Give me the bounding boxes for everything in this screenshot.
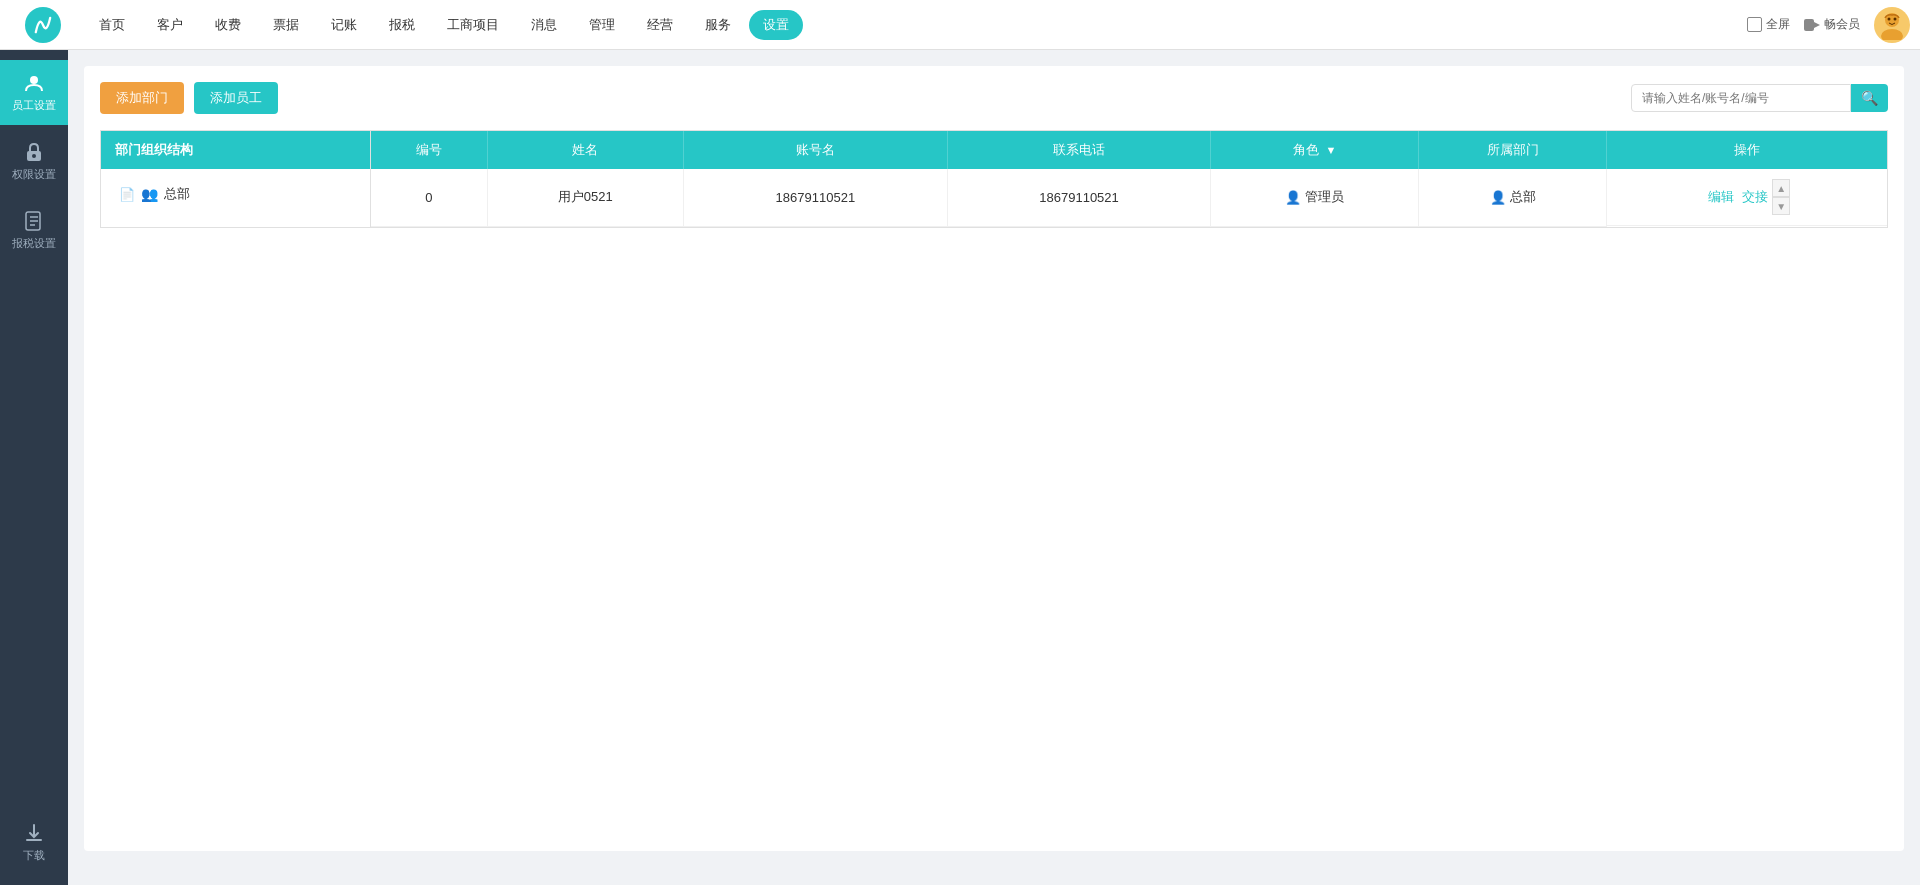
person-settings-icon [23,72,45,94]
transfer-link[interactable]: 交接 [1742,188,1768,206]
lock-icon [23,141,45,163]
content-card: 添加部门 添加员工 🔍 部门组织结构 📄 👥 [84,66,1904,851]
nav-item-票据[interactable]: 票据 [259,10,313,40]
sidebar-label-permission: 权限设置 [12,167,56,182]
vip-button[interactable]: 畅会员 [1804,16,1860,33]
user-group-icon: 👥 [141,186,158,202]
table-body: 0 用户0521 18679110521 18679110521 👤 管理员 [371,169,1887,226]
search-icon: 🔍 [1861,90,1878,106]
nav-items: 首页客户收费票据记账报税工商项目消息管理经营服务设置 [85,10,1747,40]
nav-right: 全屏 畅会员 [1747,7,1910,43]
sidebar-label-download: 下载 [23,848,45,863]
cell-id: 0 [371,169,487,226]
search-box: 🔍 [1631,84,1888,112]
svg-point-5 [1888,17,1891,20]
dept-tree: 部门组织结构 📄 👥 总部 [100,130,370,228]
nav-item-经营[interactable]: 经营 [633,10,687,40]
scroll-up-button[interactable]: ▲ [1772,179,1790,197]
search-input[interactable] [1631,84,1851,112]
dept-badge: 👤 总部 [1490,188,1536,206]
cell-name: 用户0521 [487,169,683,226]
toolbar: 添加部门 添加员工 🔍 [100,82,1888,114]
sidebar-item-employee-settings[interactable]: 员工设置 [0,60,68,125]
sidebar-item-permission-settings[interactable]: 权限设置 [0,129,68,194]
nav-item-设置[interactable]: 设置 [749,10,803,40]
sidebar-item-download[interactable]: 下载 [0,810,68,875]
dept-tree-item[interactable]: 📄 👥 总部 [111,179,360,209]
nav-item-服务[interactable]: 服务 [691,10,745,40]
nav-item-消息[interactable]: 消息 [517,10,571,40]
table-header: 编号 姓名 账号名 联系电话 角色 ▼ 所属部门 操作 [371,131,1887,169]
row-scroll-buttons: ▲ ▼ [1772,179,1790,215]
video-icon [1804,19,1820,31]
download-icon [23,822,45,844]
dept-tree-body: 📄 👥 总部 [101,169,370,219]
col-actions: 操作 [1607,131,1887,169]
emp-table: 编号 姓名 账号名 联系电话 角色 ▼ 所属部门 操作 [371,131,1887,227]
col-account: 账号名 [684,131,948,169]
add-emp-button[interactable]: 添加员工 [194,82,278,114]
sidebar-label-tax: 报税设置 [12,236,56,251]
search-button[interactable]: 🔍 [1851,84,1888,112]
svg-rect-1 [1804,19,1814,31]
nav-item-工商项目[interactable]: 工商项目 [433,10,513,40]
fullscreen-icon [1747,17,1762,32]
main-content: 添加部门 添加员工 🔍 部门组织结构 📄 👥 [68,50,1920,885]
svg-marker-2 [1814,22,1820,28]
logo[interactable] [10,7,75,43]
svg-point-9 [32,154,36,158]
cell-dept: 👤 总部 [1418,169,1606,226]
nav-item-首页[interactable]: 首页 [85,10,139,40]
dept-user-icon: 👤 [1490,190,1506,205]
edit-link[interactable]: 编辑 [1708,188,1734,206]
svg-point-6 [1894,17,1897,20]
col-phone: 联系电话 [947,131,1211,169]
scroll-down-button[interactable]: ▼ [1772,197,1790,215]
col-name: 姓名 [487,131,683,169]
svg-point-4 [1881,29,1903,40]
sidebar-item-tax-settings[interactable]: 报税设置 [0,198,68,263]
two-col-layout: 部门组织结构 📄 👥 总部 编号 [100,130,1888,228]
filter-icon[interactable]: ▼ [1326,144,1337,156]
col-role: 角色 ▼ [1211,131,1419,169]
fullscreen-button[interactable]: 全屏 [1747,16,1790,33]
svg-rect-14 [26,839,42,841]
dept-label: 总部 [164,185,190,203]
sidebar-label-employee: 员工设置 [12,98,56,113]
svg-point-7 [30,76,38,84]
app-layout: 员工设置 权限设置 报税设置 [0,50,1920,885]
role-badge: 👤 管理员 [1285,188,1344,206]
top-nav: 首页客户收费票据记账报税工商项目消息管理经营服务设置 全屏 畅会员 [0,0,1920,50]
col-id: 编号 [371,131,487,169]
nav-item-记账[interactable]: 记账 [317,10,371,40]
nav-item-客户[interactable]: 客户 [143,10,197,40]
nav-item-报税[interactable]: 报税 [375,10,429,40]
table-row: 0 用户0521 18679110521 18679110521 👤 管理员 [371,169,1887,226]
dept-tree-header: 部门组织结构 [101,131,370,169]
nav-item-管理[interactable]: 管理 [575,10,629,40]
nav-item-收费[interactable]: 收费 [201,10,255,40]
sidebar: 员工设置 权限设置 报税设置 [0,50,68,885]
emp-table-wrap: 编号 姓名 账号名 联系电话 角色 ▼ 所属部门 操作 [370,130,1888,228]
col-dept: 所属部门 [1418,131,1606,169]
cell-phone: 18679110521 [947,169,1211,226]
avatar[interactable] [1874,7,1910,43]
role-user-icon: 👤 [1285,190,1301,205]
cell-actions: 编辑 交接 ▲ ▼ [1607,169,1887,226]
tax-icon [23,210,45,232]
cell-account: 18679110521 [684,169,948,226]
file-icon: 📄 [119,187,135,202]
add-dept-button[interactable]: 添加部门 [100,82,184,114]
cell-role: 👤 管理员 [1211,169,1419,226]
